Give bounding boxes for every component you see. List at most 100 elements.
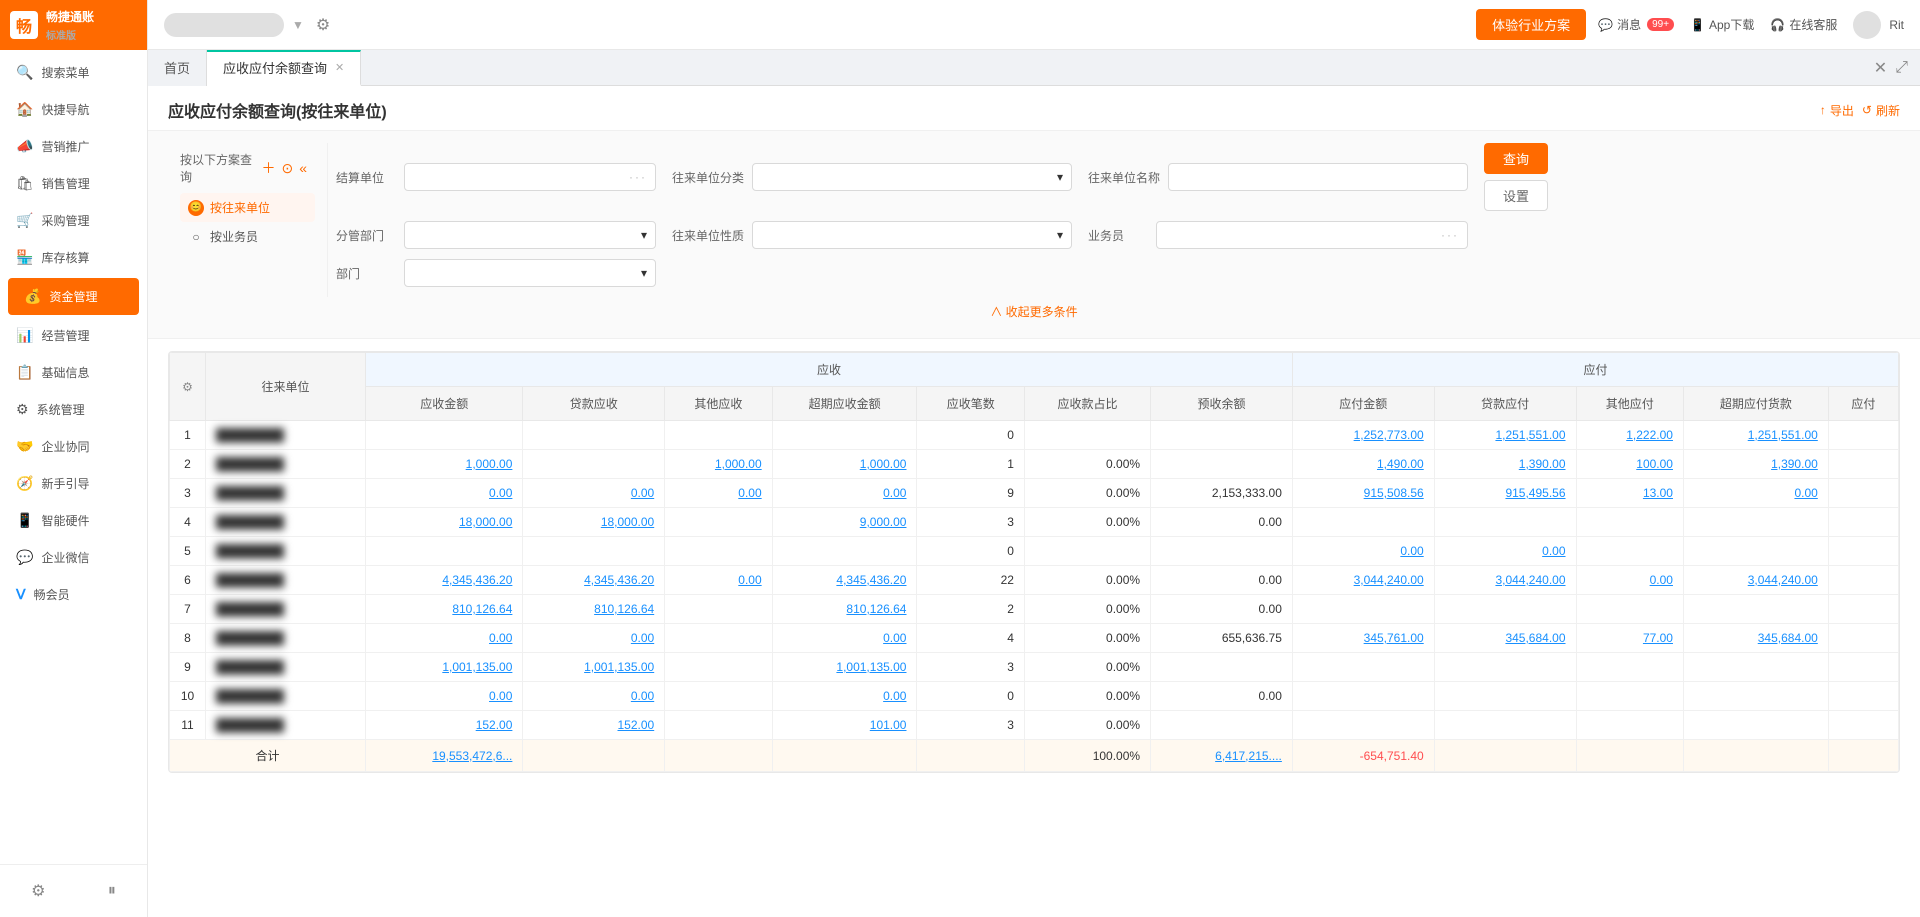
row-rec_amount[interactable]: 1,000.00 bbox=[366, 450, 523, 479]
row-rec_loan[interactable]: 18,000.00 bbox=[523, 508, 665, 537]
filter-by-unit[interactable]: 😊 按往来单位 bbox=[180, 193, 315, 222]
sidebar-settings-btn[interactable]: ⚙ bbox=[21, 875, 55, 907]
user-area[interactable]: Rit bbox=[1853, 11, 1904, 39]
row-pay_amount[interactable]: 1,252,773.00 bbox=[1292, 421, 1434, 450]
promo-button[interactable]: 体验行业方案 bbox=[1476, 9, 1586, 40]
row-pay_overdue[interactable]: 1,390.00 bbox=[1683, 450, 1828, 479]
filter-collapse-btn[interactable]: « bbox=[299, 160, 307, 176]
table-settings-icon[interactable]: ⚙ bbox=[182, 380, 193, 394]
summary-rec-amount[interactable]: 19,553,472,6... bbox=[366, 740, 523, 772]
dept-select[interactable]: ▾ bbox=[404, 259, 656, 287]
sidebar-collapse-btn[interactable]: ⏸ bbox=[98, 876, 126, 906]
row-pay_loan[interactable]: 345,684.00 bbox=[1434, 624, 1576, 653]
th-settings[interactable]: ⚙ bbox=[170, 353, 206, 421]
row-rec_amount[interactable]: 152.00 bbox=[366, 711, 523, 740]
sidebar-item-operation[interactable]: 📊 经营管理 bbox=[0, 317, 147, 354]
collapse-more-btn[interactable]: ∧ 收起更多条件 bbox=[168, 297, 1900, 326]
sidebar-item-basic[interactable]: 📋 基础信息 bbox=[0, 354, 147, 391]
tab-home[interactable]: 首页 bbox=[148, 50, 207, 86]
tab-balance[interactable]: 应收应付余额查询 ✕ bbox=[207, 50, 361, 86]
sidebar-item-wechat[interactable]: 💬 企业微信 bbox=[0, 539, 147, 576]
row-rec_amount[interactable]: 0.00 bbox=[366, 624, 523, 653]
header-gear-icon[interactable]: ⚙ bbox=[312, 11, 334, 39]
row-rec_loan[interactable]: 1,001,135.00 bbox=[523, 653, 665, 682]
row-rec_overdue[interactable]: 1,000.00 bbox=[772, 450, 917, 479]
row-rec_loan[interactable]: 810,126.64 bbox=[523, 595, 665, 624]
row-rec_loan[interactable]: 152.00 bbox=[523, 711, 665, 740]
filter-add-btn[interactable]: ＋ bbox=[261, 158, 275, 178]
row-pay_other[interactable]: 1,222.00 bbox=[1576, 421, 1683, 450]
unit-category-select[interactable]: ▾ bbox=[752, 163, 1072, 191]
row-pay_overdue[interactable]: 1,251,551.00 bbox=[1683, 421, 1828, 450]
sidebar-item-collab[interactable]: 🤝 企业协同 bbox=[0, 428, 147, 465]
tab-maximize-icon[interactable]: ⤢ bbox=[1895, 59, 1908, 77]
row-rec_other[interactable]: 0.00 bbox=[665, 479, 772, 508]
row-rec_amount[interactable]: 0.00 bbox=[366, 682, 523, 711]
row-rec_overdue[interactable]: 1,001,135.00 bbox=[772, 653, 917, 682]
refresh-button[interactable]: ↺ 刷新 bbox=[1862, 102, 1900, 119]
row-rec_overdue[interactable]: 810,126.64 bbox=[772, 595, 917, 624]
filter-settings-btn[interactable]: ⊙ bbox=[281, 160, 293, 177]
sidebar-item-inventory[interactable]: 🏪 库存核算 bbox=[0, 239, 147, 276]
row-pay_other[interactable]: 0.00 bbox=[1576, 566, 1683, 595]
row-pay_loan[interactable]: 1,390.00 bbox=[1434, 450, 1576, 479]
row-pay_amount[interactable]: 3,044,240.00 bbox=[1292, 566, 1434, 595]
sidebar-item-sales[interactable]: 🛍 销售管理 bbox=[0, 165, 147, 202]
row-pay_amount[interactable]: 1,490.00 bbox=[1292, 450, 1434, 479]
row-rec_overdue[interactable]: 0.00 bbox=[772, 624, 917, 653]
row-pay_amount[interactable]: 915,508.56 bbox=[1292, 479, 1434, 508]
sidebar-item-finance[interactable]: 💰 资金管理 bbox=[8, 278, 139, 315]
unit-name-input[interactable] bbox=[1168, 163, 1468, 191]
filter-by-staff[interactable]: ○ 按业务员 bbox=[180, 222, 315, 251]
row-rec_overdue[interactable]: 0.00 bbox=[772, 479, 917, 508]
service-action[interactable]: 🎧 在线客服 bbox=[1770, 16, 1837, 33]
row-rec_amount[interactable]: 18,000.00 bbox=[366, 508, 523, 537]
row-pay_other[interactable]: 13.00 bbox=[1576, 479, 1683, 508]
row-rec_overdue[interactable]: 0.00 bbox=[772, 682, 917, 711]
sidebar-item-purchase[interactable]: 🛒 采购管理 bbox=[0, 202, 147, 239]
sidebar-item-nav[interactable]: 🏠 快捷导航 bbox=[0, 91, 147, 128]
row-rec_loan[interactable]: 0.00 bbox=[523, 479, 665, 508]
tab-close-icon[interactable]: ✕ bbox=[335, 61, 344, 74]
sidebar-item-search[interactable]: 🔍 搜索菜单 bbox=[0, 54, 147, 91]
row-pay_amount[interactable]: 0.00 bbox=[1292, 537, 1434, 566]
settlement-input[interactable]: ··· bbox=[404, 163, 656, 191]
row-pay_loan[interactable]: 3,044,240.00 bbox=[1434, 566, 1576, 595]
query-button[interactable]: 查询 bbox=[1484, 143, 1548, 174]
row-rec_other[interactable]: 0.00 bbox=[665, 566, 772, 595]
row-rec_amount[interactable]: 0.00 bbox=[366, 479, 523, 508]
sidebar-item-marketing[interactable]: 📣 营销推广 bbox=[0, 128, 147, 165]
sidebar-item-hardware[interactable]: 📱 智能硬件 bbox=[0, 502, 147, 539]
row-pay_loan[interactable]: 915,495.56 bbox=[1434, 479, 1576, 508]
app-download-action[interactable]: 📱 App下载 bbox=[1690, 16, 1754, 33]
row-rec_overdue[interactable]: 9,000.00 bbox=[772, 508, 917, 537]
row-pay_overdue[interactable]: 345,684.00 bbox=[1683, 624, 1828, 653]
salesperson-input[interactable]: ··· bbox=[1156, 221, 1468, 249]
row-pay_other[interactable]: 100.00 bbox=[1576, 450, 1683, 479]
row-rec_loan[interactable]: 0.00 bbox=[523, 682, 665, 711]
row-pay_loan[interactable]: 1,251,551.00 bbox=[1434, 421, 1576, 450]
sidebar-item-system[interactable]: ⚙ 系统管理 bbox=[0, 391, 147, 428]
sidebar-item-guide[interactable]: 🧭 新手引导 bbox=[0, 465, 147, 502]
row-rec_loan[interactable]: 0.00 bbox=[523, 624, 665, 653]
row-rec_amount[interactable]: 1,001,135.00 bbox=[366, 653, 523, 682]
row-pay_loan[interactable]: 0.00 bbox=[1434, 537, 1576, 566]
row-rec_amount[interactable]: 810,126.64 bbox=[366, 595, 523, 624]
row-rec_amount[interactable]: 4,345,436.20 bbox=[366, 566, 523, 595]
row-rec_overdue[interactable]: 4,345,436.20 bbox=[772, 566, 917, 595]
tab-close-all-icon[interactable]: ✕ bbox=[1874, 58, 1887, 78]
row-rec_loan[interactable]: 4,345,436.20 bbox=[523, 566, 665, 595]
row-rec_other[interactable]: 1,000.00 bbox=[665, 450, 772, 479]
row-pay_other[interactable]: 77.00 bbox=[1576, 624, 1683, 653]
setting-button[interactable]: 设置 bbox=[1484, 180, 1548, 211]
row-pay_overdue[interactable]: 0.00 bbox=[1683, 479, 1828, 508]
company-selector[interactable] bbox=[164, 13, 284, 37]
summary-rec-prepay[interactable]: 6,417,215.... bbox=[1151, 740, 1293, 772]
sidebar-item-member[interactable]: Ⅴ 畅会员 bbox=[0, 576, 147, 613]
message-action[interactable]: 💬 消息 99+ bbox=[1598, 16, 1674, 33]
unit-nature-select[interactable]: ▾ bbox=[752, 221, 1072, 249]
row-rec_overdue[interactable]: 101.00 bbox=[772, 711, 917, 740]
export-button[interactable]: ↑ 导出 bbox=[1820, 102, 1854, 119]
row-pay_overdue[interactable]: 3,044,240.00 bbox=[1683, 566, 1828, 595]
row-pay_amount[interactable]: 345,761.00 bbox=[1292, 624, 1434, 653]
